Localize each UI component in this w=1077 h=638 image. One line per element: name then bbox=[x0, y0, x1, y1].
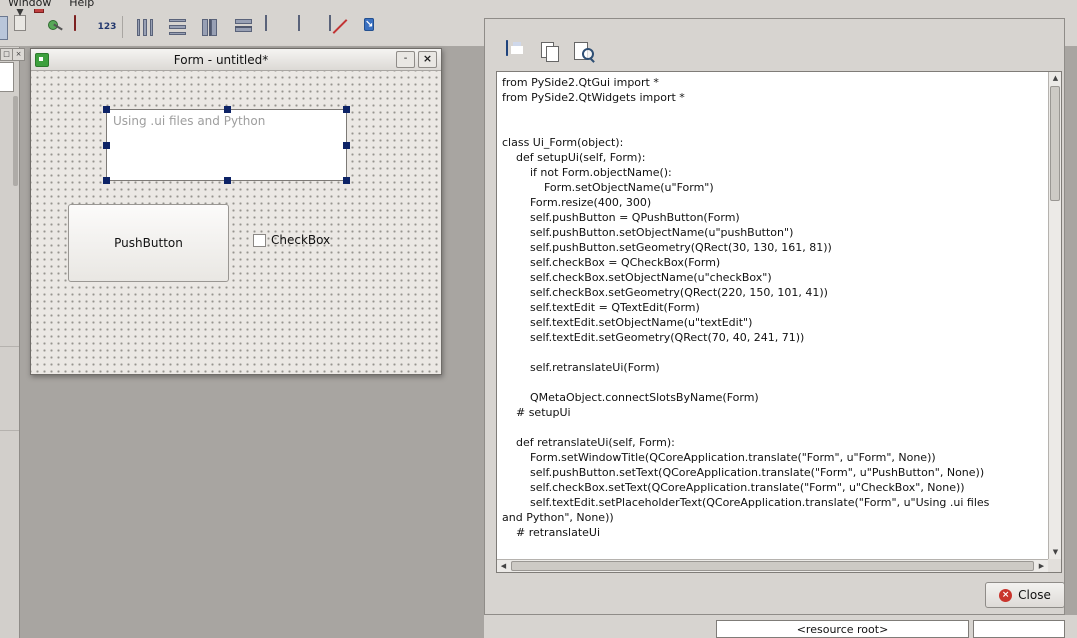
scrollbar-corner bbox=[1048, 559, 1061, 572]
dock-close-button[interactable]: × bbox=[12, 48, 25, 61]
form-window-titlebar[interactable]: Form - untitled* - × bbox=[31, 49, 441, 71]
adjust-arrow-shape: ↘ bbox=[364, 18, 374, 31]
cursor-arrow-shape bbox=[15, 6, 25, 30]
qt-designer-screen: Window Help 123 ↘ □ × bbox=[0, 0, 1077, 638]
grid-shape bbox=[329, 15, 331, 31]
selection-handle[interactable] bbox=[343, 106, 350, 113]
selection-handle[interactable] bbox=[103, 177, 110, 184]
form-minimize-button[interactable]: - bbox=[396, 51, 415, 68]
adjust-size-icon[interactable]: ↘ bbox=[363, 16, 385, 38]
selection-handle[interactable] bbox=[103, 106, 110, 113]
checkbox-label: CheckBox bbox=[271, 233, 330, 247]
break-slash-shape bbox=[333, 19, 348, 34]
selection-handle[interactable] bbox=[343, 177, 350, 184]
form-window-title: Form - untitled* bbox=[49, 53, 393, 67]
scroll-down-icon[interactable]: ▼ bbox=[1049, 546, 1062, 559]
resource-root-label: <resource root> bbox=[797, 623, 889, 636]
horizontal-scrollbar-thumb[interactable] bbox=[511, 561, 1034, 571]
copy-icon[interactable] bbox=[539, 41, 561, 63]
designer-form-icon bbox=[35, 53, 49, 67]
page-shape bbox=[546, 46, 559, 62]
menubar: Window Help bbox=[0, 0, 1077, 9]
close-circle-icon: × bbox=[999, 589, 1012, 602]
code-preview-dialog: from PySide2.QtGui import * from PySide2… bbox=[484, 18, 1065, 615]
splitter-line-shape bbox=[209, 19, 211, 36]
dock-separator bbox=[0, 430, 19, 431]
clipped-toolbar-icon[interactable] bbox=[0, 16, 8, 40]
edit-buddies-icon[interactable] bbox=[74, 16, 96, 38]
close-button[interactable]: × Close bbox=[985, 582, 1065, 608]
selection-handle[interactable] bbox=[224, 177, 231, 184]
edit-widgets-icon[interactable] bbox=[13, 16, 35, 38]
widget-frame-shape bbox=[14, 15, 26, 31]
layout-horizontally-icon[interactable] bbox=[134, 16, 156, 38]
resource-panel-fragment bbox=[973, 620, 1065, 638]
code-view: from PySide2.QtGui import * from PySide2… bbox=[496, 71, 1062, 573]
vertical-scrollbar[interactable]: ▲ ▼ bbox=[1048, 72, 1061, 559]
pushbutton-widget[interactable]: PushButton bbox=[68, 204, 229, 282]
menu-window[interactable]: Window bbox=[8, 0, 51, 9]
edit-tab-order-icon[interactable]: 123 bbox=[96, 16, 118, 38]
dock-separator bbox=[0, 346, 19, 347]
close-button-label: Close bbox=[1018, 588, 1051, 602]
textedit-placeholder: Using .ui files and Python bbox=[107, 110, 346, 132]
layout-form-icon[interactable] bbox=[298, 16, 320, 38]
splitter-line-shape bbox=[235, 26, 252, 28]
find-icon[interactable] bbox=[573, 41, 595, 63]
vertical-scrollbar-thumb[interactable] bbox=[1050, 86, 1060, 201]
save-icon[interactable] bbox=[506, 41, 528, 63]
selection-handle[interactable] bbox=[103, 142, 110, 149]
dock-filter-input-fragment[interactable] bbox=[0, 62, 14, 92]
pushbutton-label: PushButton bbox=[114, 236, 183, 250]
form-editor-window: Form - untitled* - × Using .ui files and… bbox=[30, 48, 442, 375]
menu-help[interactable]: Help bbox=[69, 0, 94, 9]
grid-shape bbox=[265, 15, 267, 31]
magnifier-handle-shape bbox=[589, 57, 595, 63]
horizontal-scrollbar[interactable]: ◀ ▶ bbox=[497, 559, 1048, 572]
form-grid-shape bbox=[298, 15, 300, 31]
buddy-shape bbox=[74, 15, 76, 31]
layout-horizontally-splitter-icon[interactable] bbox=[199, 16, 221, 38]
layout-vertically-icon[interactable] bbox=[166, 16, 188, 38]
layout-grid-icon[interactable] bbox=[265, 16, 287, 38]
layout-vertically-splitter-icon[interactable] bbox=[232, 16, 254, 38]
selection-handle[interactable] bbox=[343, 142, 350, 149]
checkbox-indicator[interactable] bbox=[253, 234, 266, 247]
textedit-widget[interactable]: Using .ui files and Python bbox=[106, 109, 347, 181]
checkbox-widget[interactable]: CheckBox bbox=[253, 231, 330, 249]
scroll-left-icon[interactable]: ◀ bbox=[497, 560, 510, 573]
break-layout-icon[interactable] bbox=[329, 16, 351, 38]
scroll-up-icon[interactable]: ▲ bbox=[1049, 72, 1062, 85]
floppy-shape bbox=[506, 40, 508, 56]
code-text[interactable]: from PySide2.QtGui import * from PySide2… bbox=[497, 72, 1048, 559]
form-canvas[interactable]: Using .ui files and Python PushButton Ch… bbox=[31, 71, 441, 374]
scroll-right-icon[interactable]: ▶ bbox=[1035, 560, 1048, 573]
dock-scrollbar-thumb[interactable] bbox=[13, 96, 18, 186]
toolbar-separator bbox=[122, 16, 123, 38]
resource-tree-fragment[interactable]: <resource root> bbox=[716, 620, 969, 638]
selection-handle[interactable] bbox=[224, 106, 231, 113]
form-close-button[interactable]: × bbox=[418, 51, 437, 68]
